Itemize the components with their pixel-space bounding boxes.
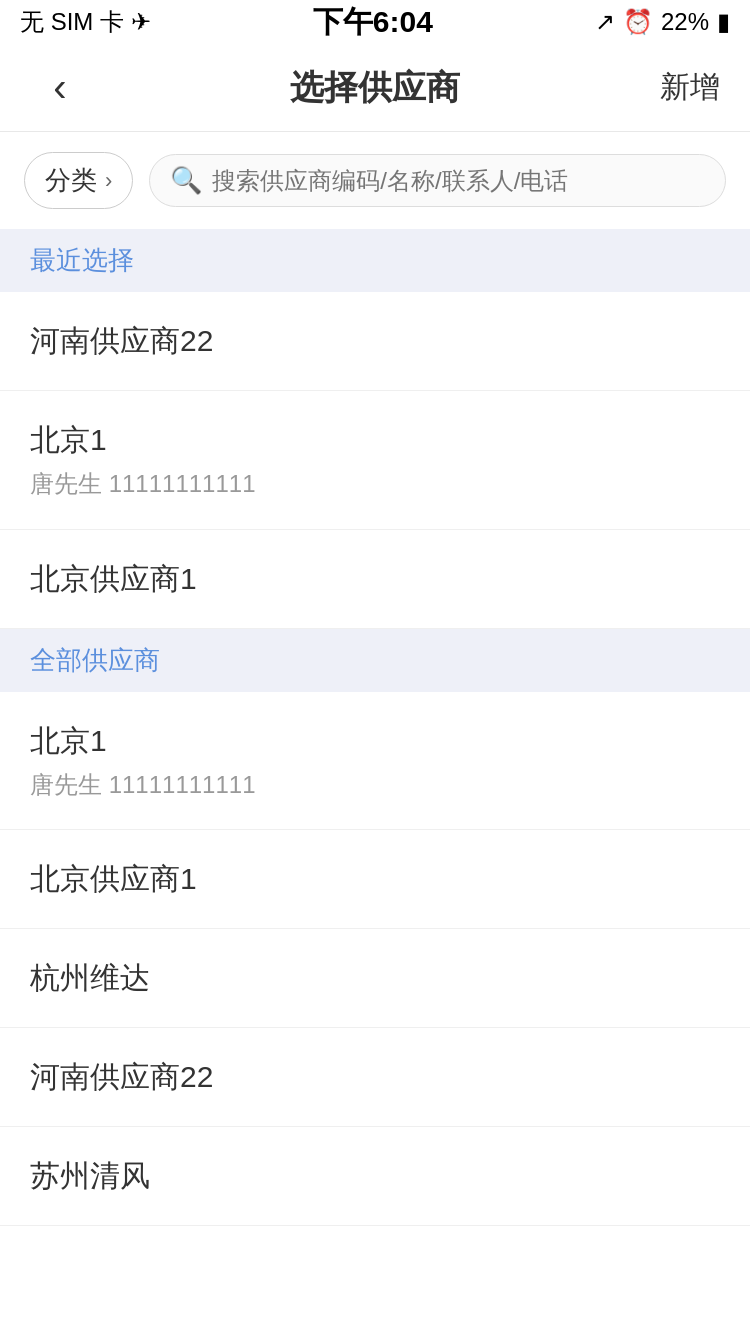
all-list: 北京1 唐先生 11111111111 北京供应商1 杭州维达河南供应商22 苏州清风 xyxy=(0,692,750,1227)
back-button[interactable]: ‹ xyxy=(30,58,90,118)
list-item[interactable]: 河南供应商22 xyxy=(0,292,750,391)
alarm-icon: ⏰ xyxy=(623,8,653,36)
item-sub: 唐先生 11111111111 xyxy=(30,467,720,501)
item-name: 北京1 xyxy=(30,419,720,461)
list-item[interactable]: 北京供应商1 xyxy=(0,830,750,929)
item-name: 苏州清风 xyxy=(30,1155,720,1197)
all-section-header: 全部供应商 xyxy=(0,629,750,692)
item-name: 北京1 xyxy=(30,720,720,762)
search-input[interactable] xyxy=(212,167,705,195)
item-name: 河南供应商22 xyxy=(30,1056,720,1098)
status-bar: 无 SIM 卡 ✈ 下午6:04 ↗ ⏰ 22% ▮ xyxy=(0,0,750,44)
status-right: ↗ ⏰ 22% ▮ xyxy=(595,8,730,36)
all-section-label: 全部供应商 xyxy=(30,645,160,675)
item-name: 北京供应商1 xyxy=(30,858,720,900)
battery-text: 22% xyxy=(661,8,709,36)
nav-bar: ‹ 选择供应商 新增 xyxy=(0,44,750,132)
list-item[interactable]: 北京供应商1 xyxy=(0,530,750,629)
filter-row: 分类 › 🔍 xyxy=(0,132,750,229)
item-name: 杭州维达 xyxy=(30,957,720,999)
category-label: 分类 xyxy=(45,163,97,198)
item-sub: 唐先生 11111111111 xyxy=(30,768,720,802)
search-icon: 🔍 xyxy=(170,165,202,196)
list-item[interactable]: 河南供应商22 xyxy=(0,1028,750,1127)
status-time: 下午6:04 xyxy=(313,2,433,43)
recent-list: 河南供应商22 北京1 唐先生 11111111111 北京供应商1 xyxy=(0,292,750,629)
new-add-button[interactable]: 新增 xyxy=(660,67,720,108)
category-button[interactable]: 分类 › xyxy=(24,152,133,209)
list-item[interactable]: 杭州维达 xyxy=(0,929,750,1028)
location-icon: ↗ xyxy=(595,8,615,36)
no-sim-text: 无 SIM 卡 ✈ xyxy=(20,6,151,38)
list-item[interactable]: 北京1 唐先生 11111111111 xyxy=(0,692,750,831)
page-title: 选择供应商 xyxy=(290,65,460,111)
list-item[interactable]: 苏州清风 xyxy=(0,1127,750,1226)
item-name: 北京供应商1 xyxy=(30,558,720,600)
item-name: 河南供应商22 xyxy=(30,320,720,362)
chevron-right-icon: › xyxy=(105,168,112,194)
battery-icon: ▮ xyxy=(717,8,730,36)
recent-section-label: 最近选择 xyxy=(30,245,134,275)
search-box[interactable]: 🔍 xyxy=(149,154,726,207)
status-left: 无 SIM 卡 ✈ xyxy=(20,6,151,38)
list-item[interactable]: 北京1 唐先生 11111111111 xyxy=(0,391,750,530)
recent-section-header: 最近选择 xyxy=(0,229,750,292)
